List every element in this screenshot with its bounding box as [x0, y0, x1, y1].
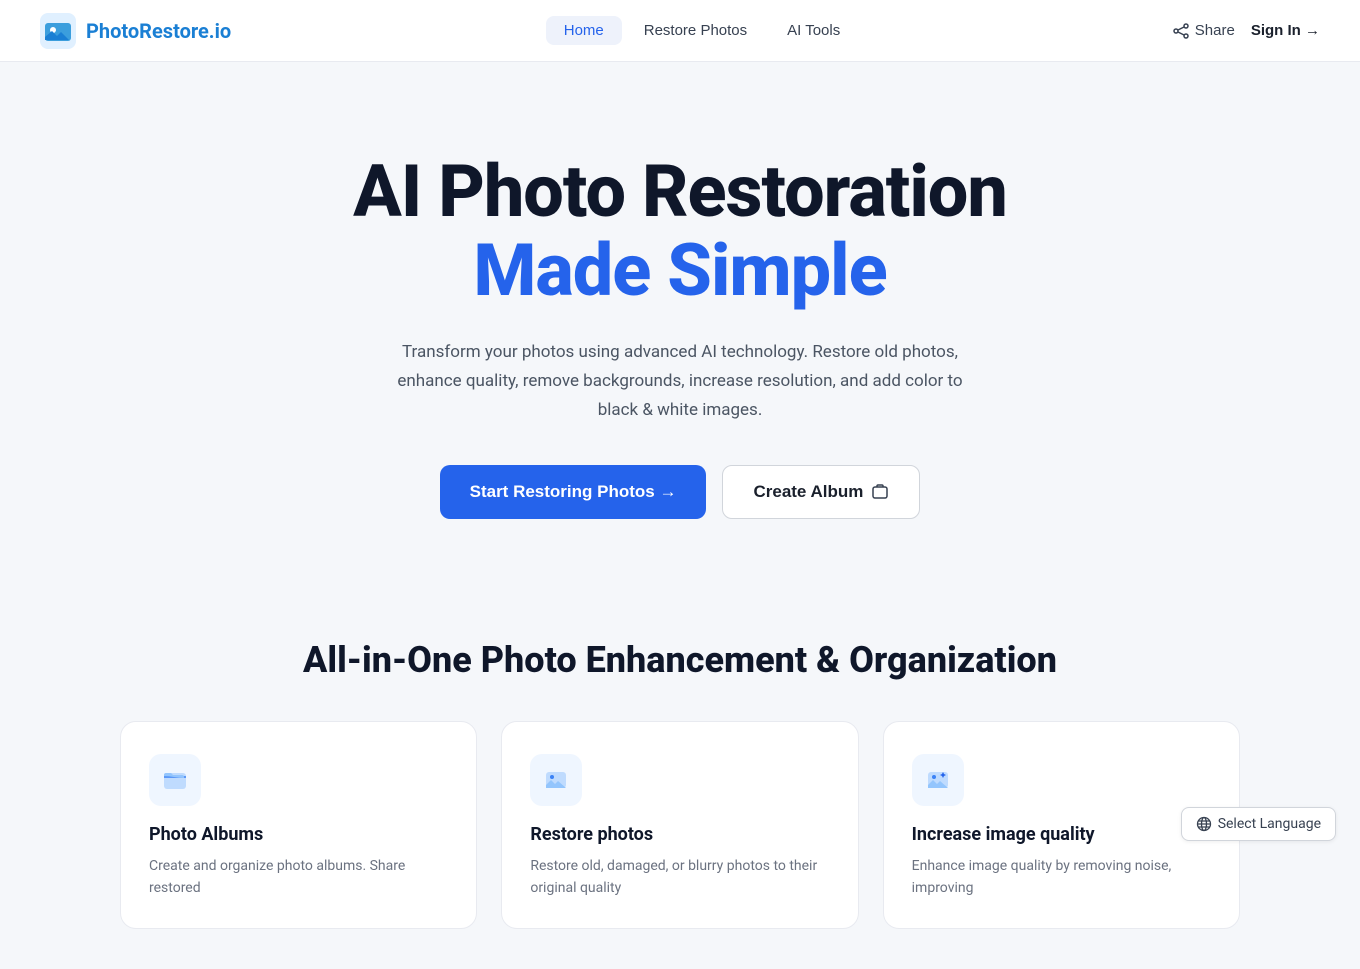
logo-icon	[40, 13, 76, 49]
create-album-button[interactable]: Create Album	[722, 465, 920, 519]
album-icon	[871, 483, 889, 501]
nav-home[interactable]: Home	[546, 16, 622, 45]
logo-text: PhotoRestore.io	[86, 19, 231, 43]
image-icon	[543, 767, 569, 793]
hero-title-line2: Made Simple	[20, 231, 1340, 310]
features-title: All-in-One Photo Enhancement & Organizat…	[40, 639, 1320, 681]
albums-icon-wrap	[149, 754, 201, 806]
share-button[interactable]: Share	[1173, 22, 1235, 39]
features-section: All-in-One Photo Enhancement & Organizat…	[0, 579, 1360, 969]
features-grid: Photo Albums Create and organize photo a…	[120, 721, 1240, 929]
hero-buttons: Start Restoring Photos → Create Album	[20, 465, 1340, 519]
language-label: Select Language	[1218, 816, 1321, 832]
nav-ai-tools[interactable]: AI Tools	[769, 16, 858, 45]
share-label: Share	[1195, 22, 1235, 39]
restore-card-desc: Restore old, damaged, or blurry photos t…	[530, 855, 829, 900]
globe-icon	[1196, 816, 1212, 832]
start-restoring-button[interactable]: Start Restoring Photos →	[440, 465, 707, 519]
main-nav: Home Restore Photos AI Tools	[546, 16, 859, 45]
quality-card-title: Increase image quality	[912, 824, 1211, 845]
feature-card-albums: Photo Albums Create and organize photo a…	[120, 721, 477, 929]
restore-card-title: Restore photos	[530, 824, 829, 845]
header-right: Share Sign In →	[1173, 22, 1320, 39]
sign-in-button[interactable]: Sign In →	[1251, 22, 1320, 39]
folder-icon	[162, 767, 188, 793]
hero-description: Transform your photos using advanced AI …	[390, 338, 970, 425]
albums-card-desc: Create and organize photo albums. Share …	[149, 855, 448, 900]
sparkle-icon	[925, 767, 951, 793]
quality-icon-wrap	[912, 754, 964, 806]
create-album-label: Create Album	[753, 482, 863, 502]
albums-card-title: Photo Albums	[149, 824, 448, 845]
nav-restore-photos[interactable]: Restore Photos	[626, 16, 765, 45]
hero-section: AI Photo Restoration Made Simple Transfo…	[0, 62, 1360, 579]
logo[interactable]: PhotoRestore.io	[40, 13, 231, 49]
hero-title-line1: AI Photo Restoration	[20, 152, 1340, 231]
language-selector[interactable]: Select Language	[1181, 807, 1336, 841]
feature-card-restore: Restore photos Restore old, damaged, or …	[501, 721, 858, 929]
share-icon	[1173, 23, 1189, 39]
restore-icon-wrap	[530, 754, 582, 806]
quality-card-desc: Enhance image quality by removing noise,…	[912, 855, 1211, 900]
